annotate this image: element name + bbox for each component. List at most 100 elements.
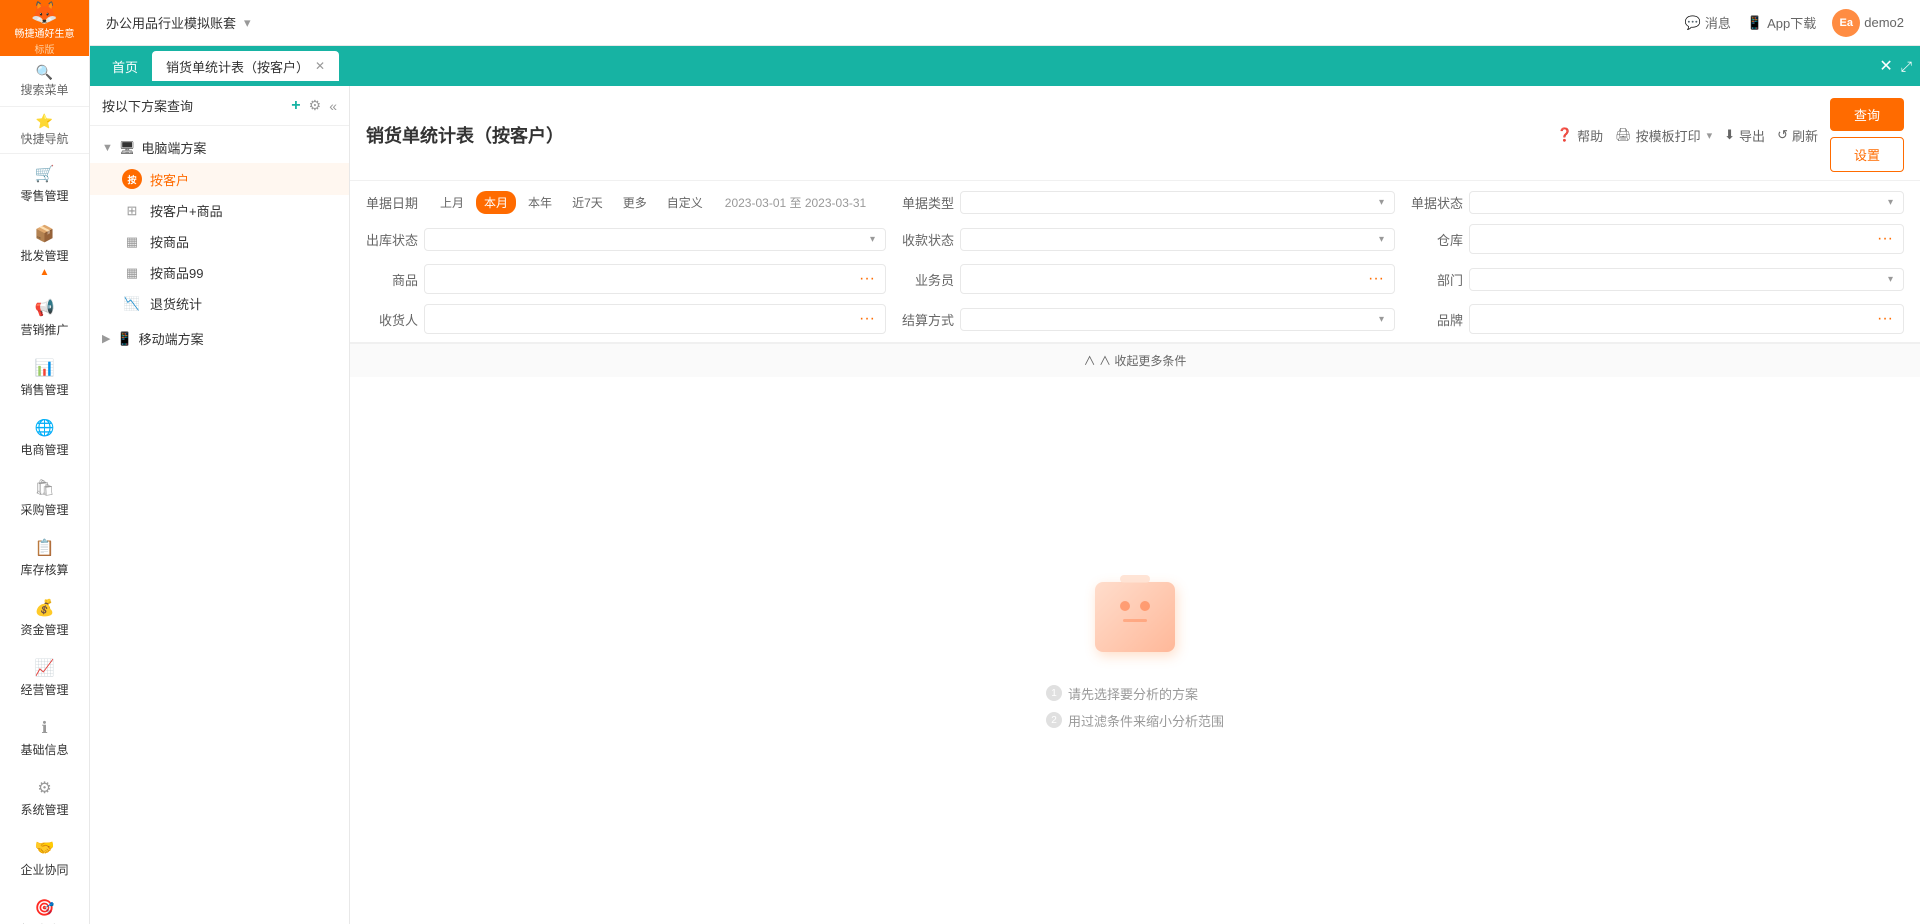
date-range: 2023-03-01 至 2023-03-31 [725, 194, 866, 211]
refresh-btn[interactable]: ↺ 刷新 [1777, 126, 1818, 145]
print-dropdown-icon[interactable]: ▾ [1707, 129, 1713, 142]
help-btn[interactable]: ❓ 帮助 [1557, 126, 1603, 145]
sidebar: 🦊 畅捷通好生意 标版 🔍 搜索菜单 ⭐ 快捷导航 🛒 零售管理 📦 批发管理 … [0, 0, 90, 924]
settlement-select[interactable]: ▾ [960, 308, 1395, 331]
brand-input[interactable]: ··· [1469, 304, 1904, 334]
mobile-scheme-root[interactable]: ▶ 📱 移动端方案 [90, 323, 349, 354]
print-btn[interactable]: 🖨 按模板打印 ▾ [1615, 126, 1712, 145]
doc-status-arrow: ▾ [1888, 197, 1893, 208]
tab-close-icon[interactable]: ✕ [315, 59, 325, 73]
sidebar-item-basic-info[interactable]: ℹ 基础信息 [0, 708, 89, 768]
date-tab-7days[interactable]: 近7天 [564, 191, 611, 214]
by-customer-goods-label: 按客户+商品 [150, 201, 223, 220]
filter-cell-settlement: 结算方式 ▾ [902, 308, 1395, 331]
logo-text: 畅捷通好生意 [15, 28, 75, 41]
search-menu[interactable]: 🔍 搜索菜单 [0, 56, 89, 107]
goods-dots-icon[interactable]: ··· [859, 270, 875, 288]
scheme-return-stat[interactable]: 📉 退货统计 [90, 288, 349, 319]
goods-input[interactable]: ··· [424, 264, 886, 294]
sidebar-item-sales[interactable]: 📊 销售管理 [0, 348, 89, 408]
sidebar-item-retail[interactable]: 🛒 零售管理 [0, 154, 89, 214]
desktop-scheme-root[interactable]: ▼ 🖥 电脑端方案 [90, 132, 349, 163]
sidebar-item-wholesale[interactable]: 📦 批发管理 ▲ [0, 214, 89, 288]
date-label: 单据日期 [366, 193, 418, 212]
warehouse-dots-icon[interactable]: ··· [1877, 230, 1893, 248]
tab-home[interactable]: 首页 [98, 51, 152, 81]
consignee-input[interactable]: ··· [424, 304, 886, 334]
date-tab-lastmonth[interactable]: 上月 [432, 191, 472, 214]
date-tab-thismonth[interactable]: 本月 [476, 191, 516, 214]
query-button[interactable]: 查询 [1830, 98, 1904, 131]
app-download-btn[interactable]: 📱 App下载 [1747, 13, 1816, 32]
filter-cell-outstatus: 出库状态 ▾ [366, 228, 886, 251]
close-main-icon[interactable]: ✕ [1879, 56, 1892, 76]
tabbar: 首页 销货单统计表（按客户） ✕ ✕ ⤢ [90, 46, 1920, 86]
sidebar-item-marketing[interactable]: 📢 营销推广 [0, 288, 89, 348]
sidebar-item-enterprise[interactable]: 🤝 企业协同 [0, 828, 89, 888]
warehouse-label: 仓库 [1411, 230, 1463, 249]
sidebar-item-system[interactable]: ⚙ 系统管理 [0, 768, 89, 828]
warehouse-input[interactable]: ··· [1469, 224, 1904, 254]
pay-status-arrow: ▾ [1379, 234, 1384, 245]
page-title: 销货单统计表（按客户） [366, 122, 564, 148]
settings-button[interactable]: 设置 [1830, 137, 1904, 172]
enterprise-icon: 🤝 [35, 838, 55, 858]
mobile-icon: 📱 [116, 331, 132, 347]
pay-status-select[interactable]: ▾ [960, 228, 1395, 251]
doc-type-select[interactable]: ▾ [960, 191, 1395, 214]
purchase-icon: 🛍 [34, 478, 54, 498]
salesperson-label: 业务员 [902, 270, 954, 289]
right-panel: 销货单统计表（按客户） ❓ 帮助 🖨 按模板打印 ▾ ⬇ 导出 [350, 86, 1920, 924]
collapse-bar[interactable]: ∧ ∧ 收起更多条件 [350, 343, 1920, 377]
quick-nav[interactable]: ⭐ 快捷导航 [0, 107, 89, 154]
brand-dots-icon[interactable]: ··· [1877, 310, 1893, 328]
collapse-panel-icon[interactable]: « [329, 98, 337, 114]
company-dropdown-icon[interactable]: ▾ [244, 15, 251, 31]
sidebar-item-operation[interactable]: 📈 经营管理 [0, 648, 89, 708]
fullscreen-icon[interactable]: ⤢ [1901, 58, 1912, 75]
empty-tip-2: 2 用过滤条件来缩小分析范围 [1046, 711, 1224, 730]
sidebar-item-finance[interactable]: 💰 资金管理 [0, 588, 89, 648]
filter-cell-salesperson: 业务员 ··· [902, 264, 1395, 294]
salesperson-input[interactable]: ··· [960, 264, 1395, 294]
goods-label: 商品 [366, 270, 418, 289]
left-panel-title: 按以下方案查询 [102, 96, 193, 115]
scheme-by-goods[interactable]: ▦ 按商品 [90, 226, 349, 257]
sidebar-item-ecommerce[interactable]: 🌐 电商管理 [0, 408, 89, 468]
filter-cell-docstatus: 单据状态 ▾ [1411, 191, 1904, 214]
export-btn[interactable]: ⬇ 导出 [1724, 126, 1765, 145]
date-tab-thisyear[interactable]: 本年 [520, 191, 560, 214]
filter-cell-doctype: 单据类型 ▾ [902, 191, 1395, 214]
scheme-by-goods99[interactable]: ▦ 按商品99 [90, 257, 349, 288]
message-btn[interactable]: 💬 消息 [1685, 13, 1731, 32]
date-tab-custom[interactable]: 自定义 [659, 191, 711, 214]
by-customer-icon: 按 [122, 169, 142, 189]
dept-select[interactable]: ▾ [1469, 268, 1904, 291]
return-stat-icon: 📉 [122, 296, 142, 312]
brand-label: 品牌 [1411, 310, 1463, 329]
collapse-label: ∧ 收起更多条件 [1099, 354, 1186, 368]
tab-sales-stat[interactable]: 销货单统计表（按客户） ✕ [152, 51, 339, 81]
action-buttons-group: 查询 设置 [1830, 98, 1904, 172]
scheme-by-customer[interactable]: 按 按客户 [90, 163, 349, 195]
left-panel: 按以下方案查询 + ⚙ « ▼ 🖥 电脑端方案 按 按客户 ⊞ [90, 86, 350, 924]
user-menu[interactable]: Ea demo2 [1832, 9, 1904, 37]
doc-status-select[interactable]: ▾ [1469, 191, 1904, 214]
sidebar-item-inventory[interactable]: 📋 库存核算 [0, 528, 89, 588]
pay-status-label: 收款状态 [902, 230, 954, 249]
scheme-by-customer-goods[interactable]: ⊞ 按客户+商品 [90, 195, 349, 226]
consignee-dots-icon[interactable]: ··· [859, 310, 875, 328]
empty-state: 1 请先选择要分析的方案 2 用过滤条件来缩小分析范围 [350, 377, 1920, 924]
sidebar-item-purchase[interactable]: 🛍 采购管理 [0, 468, 89, 528]
salesperson-dots-icon[interactable]: ··· [1368, 270, 1384, 288]
scheme-settings-icon[interactable]: ⚙ [309, 97, 322, 114]
filter-row-4: 收货人 ··· 结算方式 ▾ 品牌 [366, 304, 1904, 334]
empty-face [1107, 594, 1163, 629]
filter-cell-consignee: 收货人 ··· [366, 304, 886, 334]
sidebar-item-newbie[interactable]: 🎯 新手引导 [0, 888, 89, 924]
out-status-select[interactable]: ▾ [424, 228, 886, 251]
logo-icon: 🦊 [31, 0, 58, 26]
filter-cell-dept: 部门 ▾ [1411, 268, 1904, 291]
date-tab-more[interactable]: 更多 [615, 191, 655, 214]
add-scheme-icon[interactable]: + [291, 97, 300, 115]
